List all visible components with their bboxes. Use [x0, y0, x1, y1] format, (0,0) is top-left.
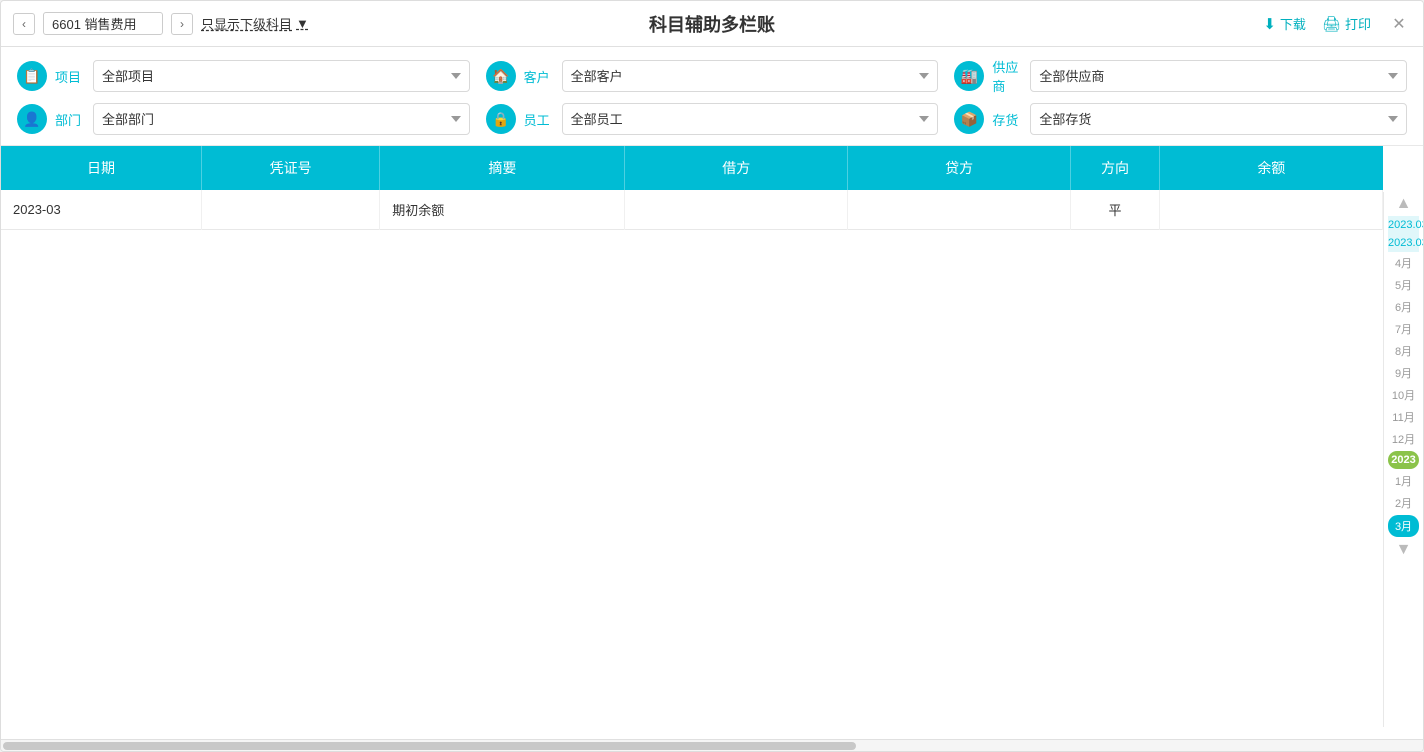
department-label: 部门 — [55, 110, 85, 129]
timeline-month-5[interactable]: 5月 — [1384, 274, 1423, 296]
nav-prev-button[interactable]: ‹ — [13, 13, 35, 35]
timeline-month-3[interactable]: 3月 — [1388, 515, 1419, 537]
project-icon: 📋 — [17, 61, 47, 91]
filter-inventory: 📦 存货 全部存货 — [954, 103, 1407, 135]
horizontal-scrollbar[interactable] — [1, 739, 1423, 751]
show-sub-button[interactable]: 只显示下级科目 ▼ — [201, 14, 309, 33]
timeline-panel: ▲ 2023.03 2023.03 4月 5月 6月 7月 8月 9月 10月 … — [1383, 192, 1423, 727]
title-bar: ‹ › 只显示下级科目 ▼ 科目辅助多栏账 ⬇ 下载 🖨 打印 ✕ — [1, 1, 1423, 47]
timeline-month-6[interactable]: 6月 — [1384, 296, 1423, 318]
timeline-month-10[interactable]: 10月 — [1384, 384, 1423, 406]
filter-employee: 🔒 员工 全部员工 — [486, 103, 939, 135]
timeline-range-1[interactable]: 2023.03 — [1388, 216, 1419, 234]
download-label: 下载 — [1280, 14, 1306, 33]
timeline-range-2[interactable]: 2023.03 — [1388, 234, 1419, 252]
cell-debit — [625, 190, 848, 230]
timeline-month-2[interactable]: 2月 — [1384, 492, 1423, 514]
customer-select[interactable]: 全部客户 — [562, 60, 939, 92]
timeline-month-9[interactable]: 9月 — [1384, 362, 1423, 384]
table-row: 2023-03 期初余额 平 — [1, 190, 1383, 230]
timeline-month-7[interactable]: 7月 — [1384, 318, 1423, 340]
cell-date: 2023-03 — [1, 190, 202, 230]
col-date: 日期 — [1, 146, 202, 190]
col-summary: 摘要 — [380, 146, 625, 190]
close-button[interactable]: ✕ — [1387, 12, 1411, 36]
filter-supplier: 🏭 供应商 全部供应商 — [954, 57, 1407, 95]
employee-icon: 🔒 — [486, 104, 516, 134]
cell-direction: 平 — [1071, 190, 1160, 230]
download-button[interactable]: ⬇ 下载 — [1263, 14, 1306, 33]
timeline-month-12[interactable]: 12月 — [1384, 428, 1423, 450]
nav-next-button[interactable]: › — [171, 13, 193, 35]
filter-bar: 📋 项目 全部项目 🏠 客户 全部客户 🏭 供应商 全部供应商 👤 部门 全 — [1, 47, 1423, 146]
inventory-label: 存货 — [992, 110, 1022, 129]
ledger-table: 日期 凭证号 摘要 借方 贷方 方向 余额 2023-03 期初余额 — [1, 146, 1383, 230]
timeline-month-11[interactable]: 11月 — [1384, 406, 1423, 428]
timeline-year-2023[interactable]: 2023 — [1388, 451, 1419, 469]
timeline-up-arrow[interactable]: ▲ — [1384, 192, 1424, 216]
supplier-label: 供应商 — [992, 57, 1022, 95]
timeline-month-4[interactable]: 4月 — [1384, 252, 1423, 274]
col-credit: 贷方 — [848, 146, 1071, 190]
account-code-input[interactable] — [43, 12, 163, 35]
inventory-select[interactable]: 全部存货 — [1030, 103, 1407, 135]
col-balance: 余额 — [1160, 146, 1383, 190]
table-container: 日期 凭证号 摘要 借方 贷方 方向 余额 2023-03 期初余额 — [1, 146, 1423, 739]
timeline-month-8[interactable]: 8月 — [1384, 340, 1423, 362]
department-icon: 👤 — [17, 104, 47, 134]
inventory-icon: 📦 — [954, 104, 984, 134]
filter-customer: 🏠 客户 全部客户 — [486, 57, 939, 95]
main-window: ‹ › 只显示下级科目 ▼ 科目辅助多栏账 ⬇ 下载 🖨 打印 ✕ 📋 项目 — [0, 0, 1424, 752]
col-debit: 借方 — [625, 146, 848, 190]
col-direction: 方向 — [1071, 146, 1160, 190]
customer-icon: 🏠 — [486, 61, 516, 91]
show-sub-label: 只显示下级科目 — [201, 14, 292, 33]
download-icon: ⬇ — [1263, 15, 1276, 33]
print-button[interactable]: 🖨 打印 — [1322, 14, 1371, 33]
cell-voucher — [202, 190, 380, 230]
employee-select[interactable]: 全部员工 — [562, 103, 939, 135]
print-icon: 🖨 — [1322, 15, 1341, 33]
supplier-select[interactable]: 全部供应商 — [1030, 60, 1407, 92]
cell-summary: 期初余额 — [380, 190, 625, 230]
page-title: 科目辅助多栏账 — [649, 11, 775, 37]
cell-credit — [848, 190, 1071, 230]
scrollbar-thumb[interactable] — [3, 742, 856, 750]
project-select[interactable]: 全部项目 — [93, 60, 470, 92]
department-select[interactable]: 全部部门 — [93, 103, 470, 135]
col-voucher: 凭证号 — [202, 146, 380, 190]
employee-label: 员工 — [524, 110, 554, 129]
chevron-down-icon: ▼ — [296, 16, 309, 31]
title-bar-left: ‹ › 只显示下级科目 ▼ — [13, 12, 309, 35]
customer-label: 客户 — [524, 67, 554, 86]
timeline-month-1[interactable]: 1月 — [1384, 470, 1423, 492]
project-label: 项目 — [55, 67, 85, 86]
filter-department: 👤 部门 全部部门 — [17, 103, 470, 135]
print-label: 打印 — [1345, 14, 1371, 33]
cell-balance — [1160, 190, 1383, 230]
filter-project: 📋 项目 全部项目 — [17, 57, 470, 95]
supplier-icon: 🏭 — [954, 61, 984, 91]
timeline-down-arrow[interactable]: ▼ — [1384, 538, 1424, 562]
title-bar-right: ⬇ 下载 🖨 打印 ✕ — [1263, 12, 1411, 36]
